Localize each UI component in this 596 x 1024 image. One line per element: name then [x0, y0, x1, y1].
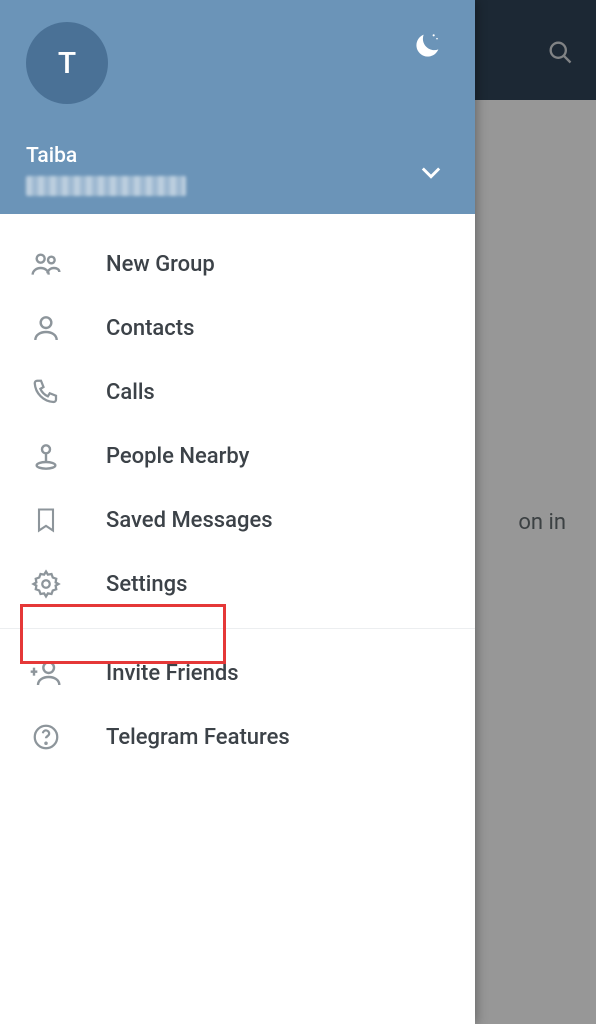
menu-item-label: New Group: [106, 252, 215, 277]
menu-item-telegram-features[interactable]: Telegram Features: [0, 705, 475, 769]
avatar[interactable]: T: [26, 22, 108, 104]
menu-item-invite-friends[interactable]: Invite Friends: [0, 641, 475, 705]
drawer-header: T Taiba: [0, 0, 475, 214]
menu-item-label: Invite Friends: [106, 661, 239, 686]
menu-item-new-group[interactable]: New Group: [0, 232, 475, 296]
menu-item-label: Telegram Features: [106, 725, 290, 750]
menu-item-label: Saved Messages: [106, 508, 273, 533]
menu-item-label: Calls: [106, 380, 155, 405]
nearby-icon: [28, 438, 64, 474]
profile-row[interactable]: Taiba: [26, 144, 449, 196]
menu-divider: [0, 628, 475, 629]
menu-item-label: Settings: [106, 572, 187, 597]
phone-icon: [28, 374, 64, 410]
gear-icon: [28, 566, 64, 602]
profile-phone-redacted: [26, 176, 186, 196]
menu-item-label: People Nearby: [106, 444, 249, 469]
menu-item-saved-messages[interactable]: Saved Messages: [0, 488, 475, 552]
menu-item-calls[interactable]: Calls: [0, 360, 475, 424]
menu-item-contacts[interactable]: Contacts: [0, 296, 475, 360]
group-icon: [28, 246, 64, 282]
menu-item-settings[interactable]: Settings: [0, 552, 475, 616]
help-icon: [28, 719, 64, 755]
drawer-menu: New Group Contacts Calls: [0, 214, 475, 1024]
bookmark-icon: [28, 502, 64, 538]
avatar-letter: T: [58, 46, 76, 81]
navigation-drawer: T Taiba: [0, 0, 475, 1024]
profile-name: Taiba: [26, 144, 186, 168]
menu-item-people-nearby[interactable]: People Nearby: [0, 424, 475, 488]
chevron-down-icon[interactable]: [417, 158, 445, 186]
person-icon: [28, 310, 64, 346]
invite-icon: [28, 655, 64, 691]
menu-item-label: Contacts: [106, 316, 194, 341]
night-mode-icon[interactable]: [411, 30, 443, 62]
